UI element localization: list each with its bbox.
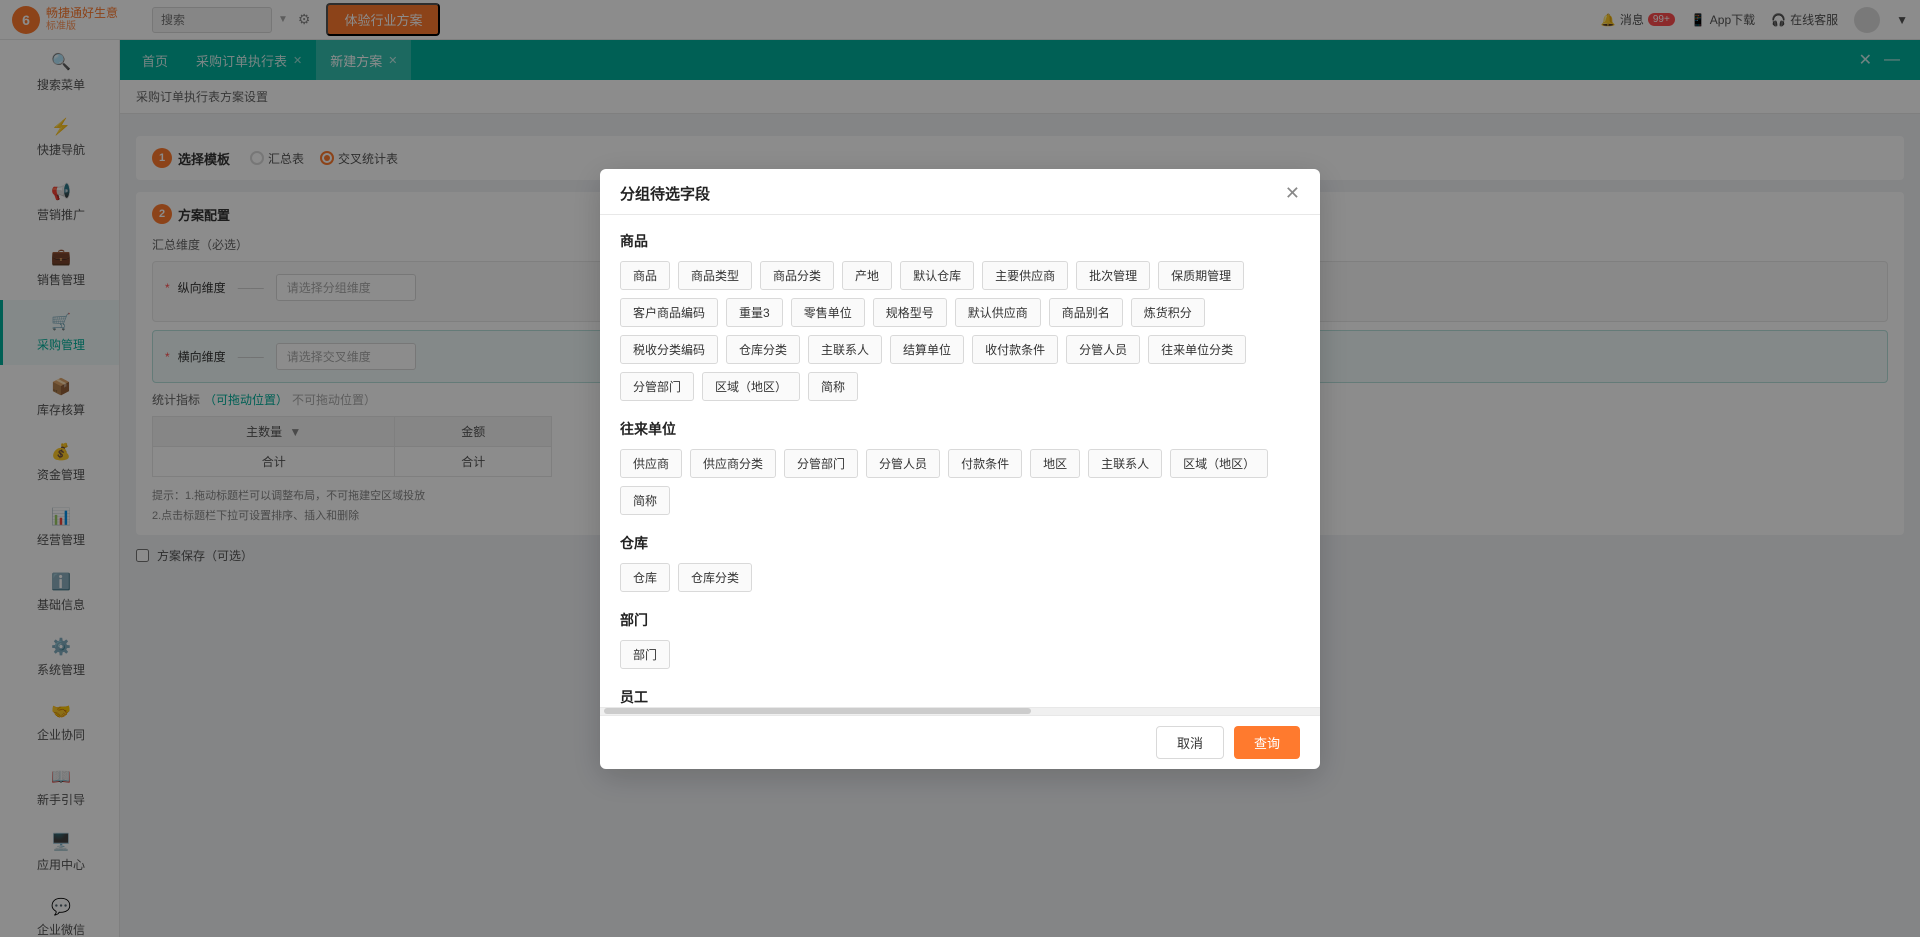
tag-customer-goods-code[interactable]: 客户商品编码 <box>620 298 718 327</box>
tag-area[interactable]: 地区 <box>1030 449 1080 478</box>
section-dept-title: 部门 <box>620 610 1300 630</box>
tag-goods[interactable]: 商品 <box>620 261 670 290</box>
tag-main-supplier[interactable]: 主要供应商 <box>982 261 1068 290</box>
tag-goods-category[interactable]: 商品分类 <box>760 261 834 290</box>
tag-smelt-points[interactable]: 炼货积分 <box>1131 298 1205 327</box>
tag-region2[interactable]: 区域（地区） <box>1170 449 1268 478</box>
tag-settlement-unit[interactable]: 结算单位 <box>890 335 964 364</box>
tag-spec-model[interactable]: 规格型号 <box>873 298 947 327</box>
tag-warehouse-category2[interactable]: 仓库分类 <box>678 563 752 592</box>
modal-title: 分组待选字段 <box>620 183 710 204</box>
tag-warehouse[interactable]: 仓库 <box>620 563 670 592</box>
section-goods-tags: 商品 商品类型 商品分类 产地 默认仓库 主要供应商 批次管理 保质期管理 客户… <box>620 261 1300 401</box>
section-counterpart-title: 往来单位 <box>620 419 1300 439</box>
tag-mgmt-person[interactable]: 分管人员 <box>866 449 940 478</box>
tag-dept-mgmt2[interactable]: 分管部门 <box>784 449 858 478</box>
section-warehouse-tags: 仓库 仓库分类 <box>620 563 1300 592</box>
modal-close-btn[interactable]: ✕ <box>1285 184 1300 202</box>
modal-overlay: 分组待选字段 ✕ 商品 商品 商品类型 商品分类 产地 默认仓库 主要供应商 批… <box>0 0 1920 937</box>
tag-supplier[interactable]: 供应商 <box>620 449 682 478</box>
section-employee: 员工 业务员 <box>620 687 1300 708</box>
tag-batch-mgmt[interactable]: 批次管理 <box>1076 261 1150 290</box>
tag-supplier-category[interactable]: 供应商分类 <box>690 449 776 478</box>
section-dept-tags: 部门 <box>620 640 1300 669</box>
tag-dept-mgmt[interactable]: 分管部门 <box>620 372 694 401</box>
tag-short-name[interactable]: 简称 <box>808 372 858 401</box>
tag-manager[interactable]: 分管人员 <box>1066 335 1140 364</box>
tag-main-contact2[interactable]: 主联系人 <box>1088 449 1162 478</box>
section-goods-title: 商品 <box>620 231 1300 251</box>
confirm-button[interactable]: 查询 <box>1234 726 1300 759</box>
section-goods: 商品 商品 商品类型 商品分类 产地 默认仓库 主要供应商 批次管理 保质期管理… <box>620 231 1300 401</box>
tag-tax-code[interactable]: 税收分类编码 <box>620 335 718 364</box>
modal-field-select: 分组待选字段 ✕ 商品 商品 商品类型 商品分类 产地 默认仓库 主要供应商 批… <box>600 169 1320 769</box>
tag-dept[interactable]: 部门 <box>620 640 670 669</box>
cancel-button[interactable]: 取消 <box>1156 726 1224 759</box>
tag-payment-terms[interactable]: 收付款条件 <box>972 335 1058 364</box>
tag-default-supplier[interactable]: 默认供应商 <box>955 298 1041 327</box>
tag-main-contact[interactable]: 主联系人 <box>808 335 882 364</box>
tag-weight3[interactable]: 重量3 <box>726 298 783 327</box>
section-employee-title: 员工 <box>620 687 1300 707</box>
modal-body: 商品 商品 商品类型 商品分类 产地 默认仓库 主要供应商 批次管理 保质期管理… <box>600 215 1320 708</box>
tag-counterpart-category[interactable]: 往来单位分类 <box>1148 335 1246 364</box>
modal-hscrollbar[interactable] <box>600 707 1320 714</box>
tag-origin[interactable]: 产地 <box>842 261 892 290</box>
section-warehouse: 仓库 仓库 仓库分类 <box>620 533 1300 592</box>
tag-warehouse-category[interactable]: 仓库分类 <box>726 335 800 364</box>
tag-shelf-life[interactable]: 保质期管理 <box>1158 261 1244 290</box>
tag-retail-unit[interactable]: 零售单位 <box>791 298 865 327</box>
tag-payment-terms2[interactable]: 付款条件 <box>948 449 1022 478</box>
modal-header: 分组待选字段 ✕ <box>600 169 1320 215</box>
tag-short-name2[interactable]: 简称 <box>620 486 670 515</box>
tag-region[interactable]: 区域（地区） <box>702 372 800 401</box>
tag-goods-type[interactable]: 商品类型 <box>678 261 752 290</box>
section-dept: 部门 部门 <box>620 610 1300 669</box>
hscroll-thumb <box>604 708 1031 714</box>
section-counterpart-tags: 供应商 供应商分类 分管部门 分管人员 付款条件 地区 主联系人 区域（地区） … <box>620 449 1300 515</box>
tag-default-warehouse[interactable]: 默认仓库 <box>900 261 974 290</box>
modal-footer: 取消 查询 <box>600 715 1320 769</box>
section-warehouse-title: 仓库 <box>620 533 1300 553</box>
tag-goods-alias[interactable]: 商品别名 <box>1049 298 1123 327</box>
section-counterpart: 往来单位 供应商 供应商分类 分管部门 分管人员 付款条件 地区 主联系人 区域… <box>620 419 1300 515</box>
